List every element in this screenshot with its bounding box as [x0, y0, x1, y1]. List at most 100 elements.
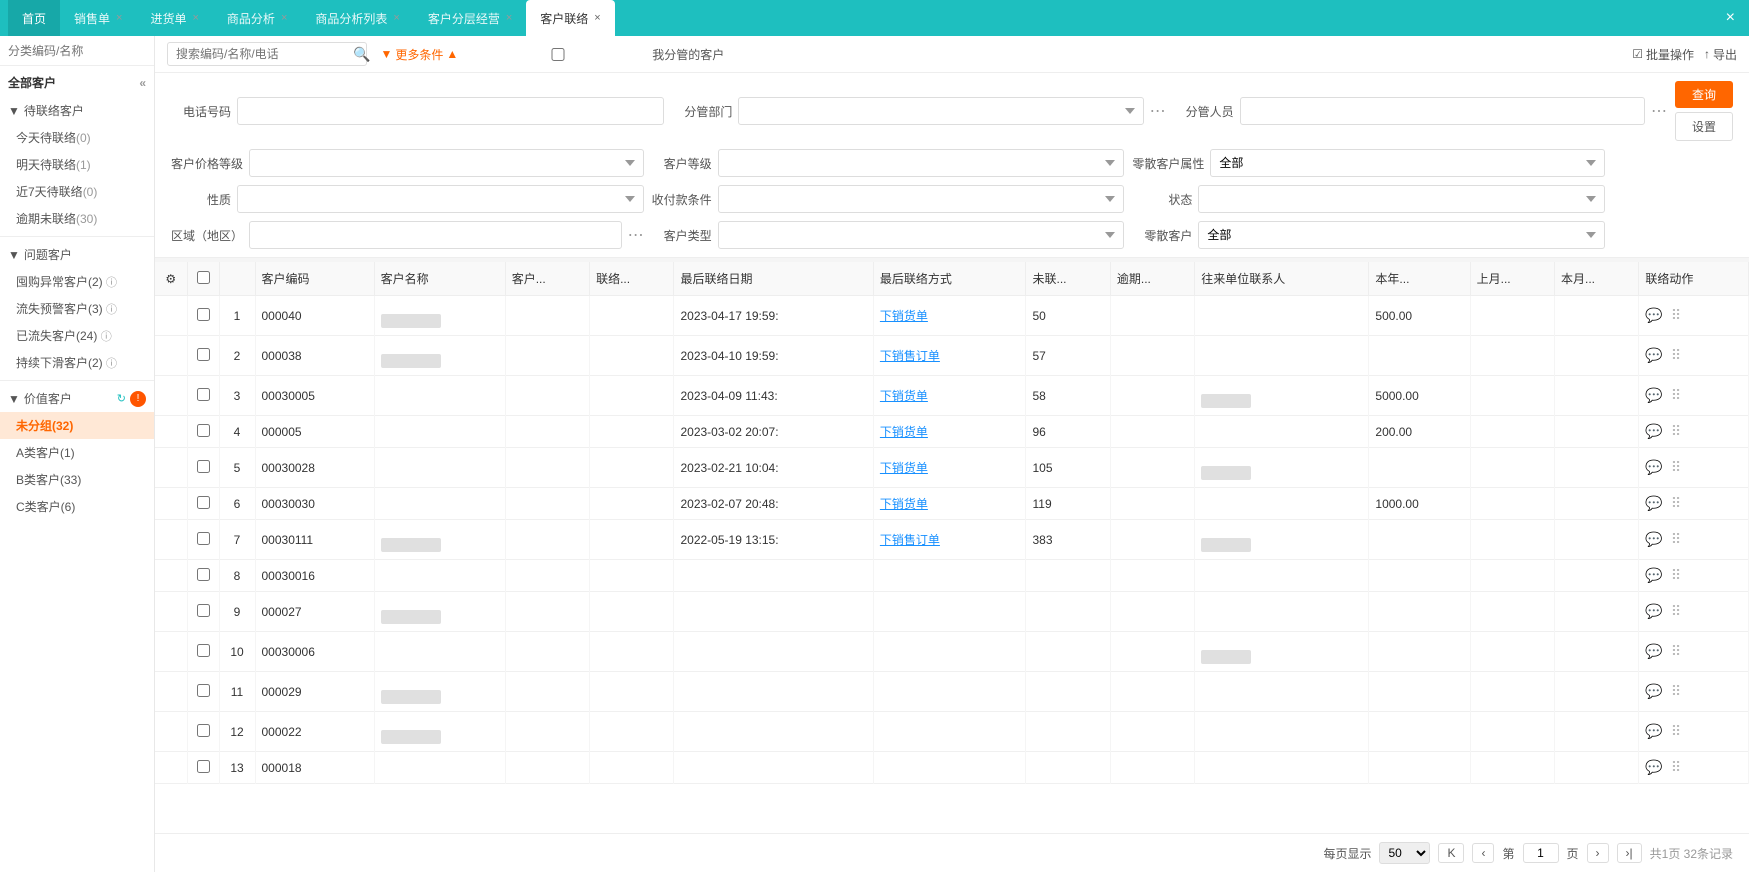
th-contact[interactable]: 联络... [590, 262, 674, 296]
grid-icon[interactable]: ⠿ [1671, 495, 1681, 512]
sidebar-item-churn-warning[interactable]: 流失预警客户(3) ⓘ [0, 295, 154, 322]
td-last-contact-method[interactable] [873, 752, 1026, 784]
contact-method-link[interactable]: 下销货单 [880, 425, 928, 439]
sidebar-item-declining[interactable]: 持续下滑客户(2) ⓘ [0, 349, 154, 376]
td-checkbox[interactable] [187, 488, 219, 520]
close-customer-contact-icon[interactable]: × [594, 12, 600, 24]
td-checkbox[interactable] [187, 560, 219, 592]
contact-method-link[interactable]: 下销货单 [880, 309, 928, 323]
td-last-contact-method[interactable]: 下销货单 [873, 448, 1026, 488]
refresh-icon[interactable]: ↻ [117, 392, 126, 405]
chat-icon[interactable]: 💬 [1645, 459, 1662, 476]
td-last-contact-method[interactable]: 下销货单 [873, 296, 1026, 336]
td-last-contact-method[interactable] [873, 672, 1026, 712]
grid-icon[interactable]: ⠿ [1671, 759, 1681, 776]
td-checkbox[interactable] [187, 336, 219, 376]
td-checkbox[interactable] [187, 672, 219, 712]
td-checkbox[interactable] [187, 712, 219, 752]
td-checkbox[interactable] [187, 520, 219, 560]
td-checkbox[interactable] [187, 416, 219, 448]
th-settings[interactable]: ⚙ [155, 262, 187, 296]
th-last-contact-date[interactable]: 最后联络日期 [674, 262, 873, 296]
td-last-contact-method[interactable] [873, 592, 1026, 632]
page-size-select[interactable]: 50 100 200 [1379, 842, 1430, 864]
grid-icon[interactable]: ⠿ [1671, 423, 1681, 440]
close-customer-tier-icon[interactable]: × [506, 12, 512, 24]
td-last-contact-method[interactable] [873, 632, 1026, 672]
th-code[interactable]: 客户编码 [255, 262, 374, 296]
grid-icon[interactable]: ⠿ [1671, 459, 1681, 476]
grid-icon[interactable]: ⠿ [1671, 531, 1681, 548]
region-more-icon[interactable]: ⋯ [628, 225, 644, 245]
tab-product-analysis[interactable]: 商品分析 × [213, 0, 301, 36]
grid-icon[interactable]: ⠿ [1671, 387, 1681, 404]
grid-icon[interactable]: ⠿ [1671, 683, 1681, 700]
td-last-contact-method[interactable]: 下销货单 [873, 416, 1026, 448]
retail-customer-select[interactable]: 全部 [1198, 221, 1605, 249]
price-tier-select[interactable] [249, 149, 644, 177]
grid-icon[interactable]: ⠿ [1671, 603, 1681, 620]
chat-icon[interactable]: 💬 [1645, 495, 1662, 512]
sidebar-item-ungrouped[interactable]: 未分组(32) [0, 412, 154, 439]
td-checkbox[interactable] [187, 448, 219, 488]
more-conditions-button[interactable]: ▼ 更多条件 ▲ [380, 46, 458, 63]
chat-icon[interactable]: 💬 [1645, 423, 1662, 440]
td-checkbox[interactable] [187, 592, 219, 632]
sidebar-item-today[interactable]: 今天待联络(0) [0, 124, 154, 151]
last-page-button[interactable]: ›| [1617, 843, 1642, 863]
row-checkbox[interactable] [197, 532, 210, 545]
query-button[interactable]: 查询 [1675, 81, 1733, 108]
th-checkbox[interactable] [187, 262, 219, 296]
retail-attr-select[interactable]: 全部 [1210, 149, 1605, 177]
search-input[interactable] [167, 42, 367, 66]
sidebar-item-class-c[interactable]: C类客户(6) [0, 493, 154, 520]
chat-icon[interactable]: 💬 [1645, 603, 1662, 620]
th-last-contact-method[interactable]: 最后联络方式 [873, 262, 1026, 296]
region-input[interactable] [249, 221, 622, 249]
export-button[interactable]: ↑ 导出 [1704, 46, 1737, 63]
dept-more-icon[interactable]: ⋯ [1150, 101, 1166, 121]
chat-icon[interactable]: 💬 [1645, 387, 1662, 404]
sidebar-item-class-a[interactable]: A类客户(1) [0, 439, 154, 466]
my-customers-filter[interactable]: 我分管的客户 [468, 46, 724, 63]
reset-button[interactable]: 设置 [1675, 112, 1733, 141]
contact-method-link[interactable]: 下销货单 [880, 389, 928, 403]
grid-icon[interactable]: ⠿ [1671, 347, 1681, 364]
th-not-contacted[interactable]: 未联... [1026, 262, 1110, 296]
close-sales-icon[interactable]: × [116, 12, 122, 24]
row-checkbox[interactable] [197, 348, 210, 361]
td-last-contact-method[interactable]: 下销货单 [873, 488, 1026, 520]
contact-method-link[interactable]: 下销售订单 [880, 533, 940, 547]
chat-icon[interactable]: 💬 [1645, 531, 1662, 548]
chat-icon[interactable]: 💬 [1645, 723, 1662, 740]
customer-tier-select[interactable] [718, 149, 1125, 177]
tab-customer-tier[interactable]: 客户分层经营 × [414, 0, 526, 36]
td-checkbox[interactable] [187, 752, 219, 784]
td-checkbox[interactable] [187, 632, 219, 672]
td-last-contact-method[interactable] [873, 560, 1026, 592]
td-last-contact-method[interactable]: 下销货单 [873, 376, 1026, 416]
contact-method-link[interactable]: 下销货单 [880, 497, 928, 511]
chat-icon[interactable]: 💬 [1645, 347, 1662, 364]
td-checkbox[interactable] [187, 376, 219, 416]
grid-icon[interactable]: ⠿ [1671, 307, 1681, 324]
next-page-button[interactable]: › [1587, 843, 1609, 863]
chat-icon[interactable]: 💬 [1645, 643, 1662, 660]
chat-icon[interactable]: 💬 [1645, 307, 1662, 324]
sidebar-item-abnormal[interactable]: 囤购异常客户(2) ⓘ [0, 268, 154, 295]
grid-icon[interactable]: ⠿ [1671, 723, 1681, 740]
tab-sales[interactable]: 销售单 × [60, 0, 136, 36]
row-checkbox[interactable] [197, 684, 210, 697]
grid-icon[interactable]: ⠿ [1671, 567, 1681, 584]
tab-home[interactable]: 首页 [8, 0, 60, 36]
select-all-checkbox[interactable] [197, 271, 210, 284]
status-select[interactable] [1198, 185, 1605, 213]
chat-icon[interactable]: 💬 [1645, 759, 1662, 776]
contact-method-link[interactable]: 下销货单 [880, 461, 928, 475]
phone-input[interactable] [237, 97, 664, 125]
close-purchase-icon[interactable]: × [192, 12, 198, 24]
person-input[interactable] [1240, 97, 1645, 125]
batch-ops-button[interactable]: ☑ 批量操作 [1632, 46, 1694, 63]
customer-type-select[interactable] [718, 221, 1125, 249]
th-name[interactable]: 客户名称 [374, 262, 505, 296]
